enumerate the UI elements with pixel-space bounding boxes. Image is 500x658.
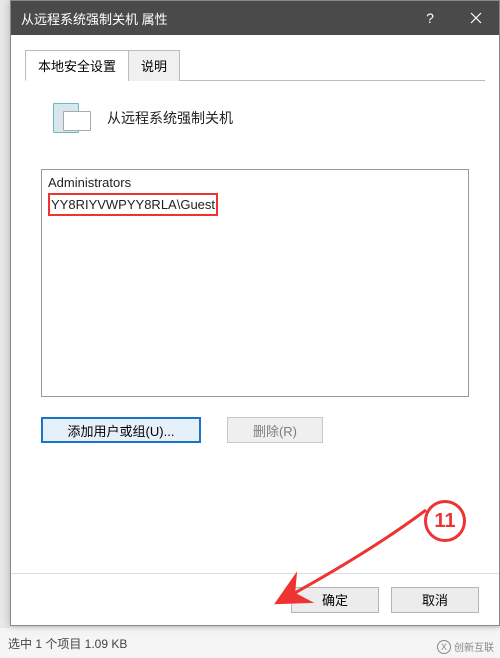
step-annotation-badge: 11: [424, 500, 466, 542]
tabs: 本地安全设置 说明: [25, 49, 485, 81]
cancel-button[interactable]: 取消: [391, 587, 479, 613]
statusbar-text: 选中 1 个项目 1.09 KB: [8, 635, 127, 652]
policy-icon: [49, 97, 97, 139]
watermark: X 创新互联: [437, 639, 494, 654]
close-icon: [470, 12, 482, 24]
dialog-body: 本地安全设置 说明 从远程系统强制关机 Administrators YY8RI…: [11, 35, 499, 573]
tab-label: 说明: [141, 59, 167, 74]
help-button[interactable]: ?: [407, 1, 453, 35]
tab-panel: 从远程系统强制关机 Administrators YY8RIYVWPYY8RLA…: [25, 81, 485, 571]
list-item[interactable]: YY8RIYVWPYY8RLA\Guest: [51, 196, 215, 213]
window-controls: ?: [407, 1, 499, 35]
remove-button: 删除(R): [227, 417, 323, 443]
tab-local-security-setting[interactable]: 本地安全设置: [25, 50, 129, 81]
titlebar-title: 从远程系统强制关机 属性: [21, 9, 407, 28]
list-item[interactable]: Administrators: [48, 174, 462, 191]
background-statusbar: 选中 1 个项目 1.09 KB: [0, 628, 500, 658]
watermark-icon: X: [437, 640, 451, 654]
close-button[interactable]: [453, 1, 499, 35]
policy-header: 从远程系统强制关机: [37, 97, 473, 139]
add-user-or-group-button[interactable]: 添加用户或组(U)...: [41, 417, 201, 443]
tab-explain[interactable]: 说明: [128, 50, 180, 81]
members-listbox[interactable]: Administrators YY8RIYVWPYY8RLA\Guest: [41, 169, 469, 397]
titlebar: 从远程系统强制关机 属性 ?: [11, 1, 499, 35]
dialog-footer: 确定 取消: [11, 573, 499, 625]
policy-name: 从远程系统强制关机: [107, 108, 233, 128]
ok-button[interactable]: 确定: [291, 587, 379, 613]
watermark-text: 创新互联: [454, 639, 494, 654]
tab-label: 本地安全设置: [38, 59, 116, 74]
step-number: 11: [434, 510, 455, 533]
annotation-highlight: YY8RIYVWPYY8RLA\Guest: [48, 193, 218, 216]
member-buttons-row: 添加用户或组(U)... 删除(R): [37, 417, 473, 443]
